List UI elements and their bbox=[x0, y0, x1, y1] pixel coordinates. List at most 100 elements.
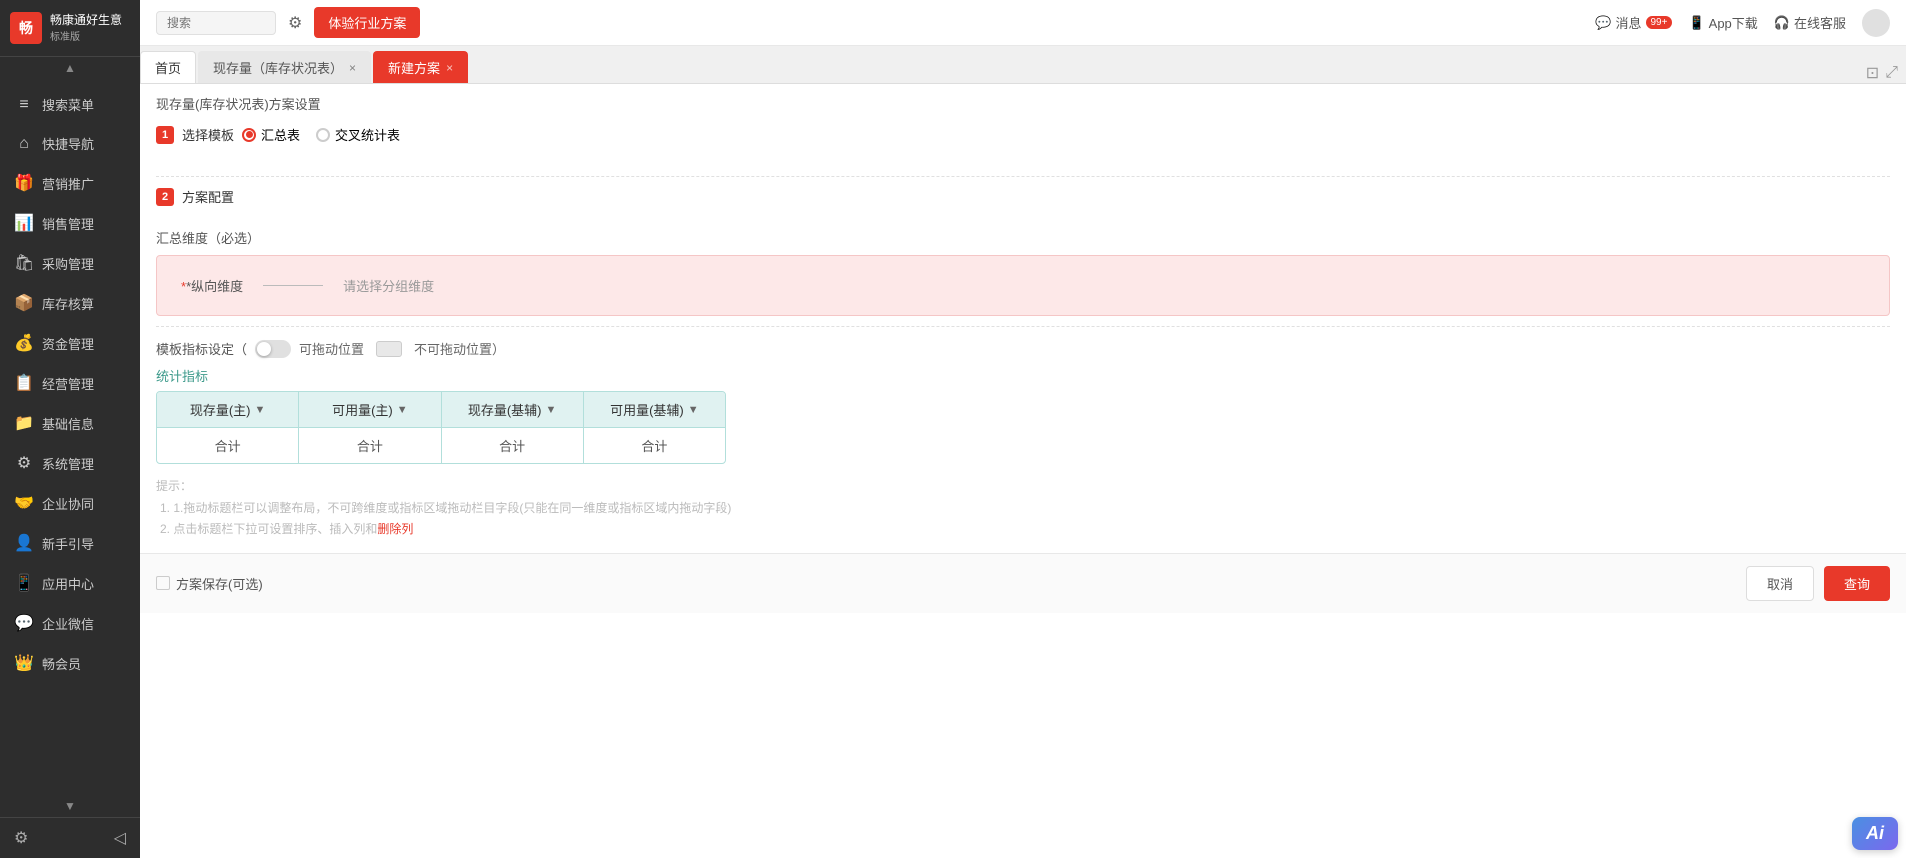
sidebar-item-quick-nav[interactable]: ⌂ 快捷导航 bbox=[0, 124, 140, 163]
radio-summary-label: 汇总表 bbox=[261, 125, 300, 144]
stats-body-cell-0-1: 合计 bbox=[299, 428, 441, 463]
app-center-icon: 📱 bbox=[14, 573, 34, 593]
stats-header-cell-0[interactable]: 现存量(主) ▼ bbox=[157, 392, 299, 427]
radio-cross-circle bbox=[316, 128, 330, 142]
cancel-button[interactable]: 取消 bbox=[1746, 566, 1814, 601]
stats-table: 现存量(主) ▼ 可用量(主) ▼ 现存量(基辅) ▼ 可用量(基辅) ▼ bbox=[156, 391, 726, 464]
sidebar-item-search-menu[interactable]: ≡ 搜索菜单 bbox=[0, 85, 140, 124]
stats-body-cell-0-3: 合计 bbox=[584, 428, 725, 463]
query-button[interactable]: 查询 bbox=[1824, 566, 1890, 601]
stats-header-cell-2[interactable]: 现存量(基辅) ▼ bbox=[442, 392, 584, 427]
step2-label: 方案配置 bbox=[182, 187, 234, 206]
divider2 bbox=[156, 326, 1890, 327]
sidebar-item-basic-info[interactable]: 📁 基础信息 bbox=[0, 403, 140, 443]
system-icon: ⚙ bbox=[14, 453, 34, 473]
sidebar-item-label: 资金管理 bbox=[42, 334, 94, 353]
sidebar-item-enterprise-wechat[interactable]: 💬 企业微信 bbox=[0, 603, 140, 643]
tab-new-scheme-label: 新建方案 bbox=[388, 58, 440, 77]
settings-icon[interactable]: ⚙ bbox=[14, 828, 28, 848]
radio-summary-dot bbox=[246, 131, 253, 138]
page-header: 现存量(库存状况表)方案设置 bbox=[140, 84, 1906, 113]
ai-badge[interactable]: Ai bbox=[1852, 817, 1898, 850]
collapse-icon[interactable]: ◁ bbox=[114, 828, 126, 848]
sidebar: 畅 畅康通好生意 标准版 ▲ ≡ 搜索菜单 ⌂ 快捷导航 🎁 营销推广 📊 销售… bbox=[0, 0, 140, 858]
stats-header-label-3: 可用量(基辅) bbox=[610, 400, 684, 419]
sidebar-item-label: 畅会员 bbox=[42, 654, 81, 673]
inventory-icon: 📦 bbox=[14, 293, 34, 313]
chevron-down-icon-2: ▼ bbox=[546, 404, 557, 416]
message-button[interactable]: 💬 消息 99+ bbox=[1595, 13, 1672, 32]
footer-buttons: 取消 查询 bbox=[1746, 566, 1890, 601]
stats-header-label-1: 可用量(主) bbox=[332, 400, 393, 419]
template-radio-group: 汇总表 交叉统计表 bbox=[242, 125, 400, 144]
hint-label-prefix: 提示： bbox=[156, 476, 1890, 498]
sidebar-item-label: 搜索菜单 bbox=[42, 95, 94, 114]
minimize-icon[interactable]: ⊡ bbox=[1866, 63, 1879, 83]
draggable-toggle[interactable] bbox=[255, 340, 291, 358]
hint-text-2: 点击标题栏下拉可设置排序、插入列和 bbox=[173, 522, 377, 536]
sidebar-item-label: 企业协同 bbox=[42, 494, 94, 513]
expand-icon[interactable]: ⤢ bbox=[1885, 64, 1898, 82]
marketing-icon: 🎁 bbox=[14, 173, 34, 193]
radio-summary[interactable]: 汇总表 bbox=[242, 125, 300, 144]
sidebar-item-new-guide[interactable]: 👤 新手引导 bbox=[0, 523, 140, 563]
sidebar-item-inventory[interactable]: 📦 库存核算 bbox=[0, 283, 140, 323]
page-area: 现存量(库存状况表)方案设置 1 选择模板 汇总表 交叉统计表 bbox=[140, 84, 1906, 858]
enterprise-icon: 🤝 bbox=[14, 493, 34, 513]
stats-header-cell-3[interactable]: 可用量(基辅) ▼ bbox=[584, 392, 725, 427]
stats-section: 统计指标 现存量(主) ▼ 可用量(主) ▼ 现存量(基辅) ▼ bbox=[140, 366, 1906, 464]
online-service-button[interactable]: 🎧 在线客服 bbox=[1774, 13, 1846, 32]
sidebar-item-label: 应用中心 bbox=[42, 574, 94, 593]
stats-header-cell-1[interactable]: 可用量(主) ▼ bbox=[299, 392, 441, 427]
radio-summary-circle bbox=[242, 128, 256, 142]
tab-home[interactable]: 首页 bbox=[140, 51, 196, 83]
sidebar-item-marketing[interactable]: 🎁 营销推广 bbox=[0, 163, 140, 203]
sales-icon: 📊 bbox=[14, 213, 34, 233]
sidebar-item-operations[interactable]: 📋 经营管理 bbox=[0, 363, 140, 403]
topbar-right: 💬 消息 99+ 📱 App下载 🎧 在线客服 bbox=[1595, 9, 1890, 37]
sidebar-item-app-center[interactable]: 📱 应用中心 bbox=[0, 563, 140, 603]
dimension-placeholder[interactable]: 请选择分组维度 bbox=[343, 276, 434, 295]
sidebar-item-finance[interactable]: 💰 资金管理 bbox=[0, 323, 140, 363]
radio-cross-label: 交叉统计表 bbox=[335, 125, 400, 144]
search-menu-icon: ≡ bbox=[14, 96, 34, 114]
search-input[interactable] bbox=[156, 11, 276, 35]
tab-inventory-status[interactable]: 现存量（库存状况表） × bbox=[198, 51, 371, 83]
save-checkbox[interactable] bbox=[156, 576, 170, 590]
gear-icon[interactable]: ⚙ bbox=[288, 13, 302, 33]
sidebar-item-member[interactable]: 👑 畅会员 bbox=[0, 643, 140, 683]
tab-new-scheme[interactable]: 新建方案 × bbox=[373, 51, 468, 83]
stats-header-label-0: 现存量(主) bbox=[190, 400, 251, 419]
app-logo-icon: 畅 bbox=[10, 12, 42, 44]
radio-cross[interactable]: 交叉统计表 bbox=[316, 125, 400, 144]
app-download-button[interactable]: 📱 App下载 bbox=[1688, 13, 1757, 32]
sidebar-item-system[interactable]: ⚙ 系统管理 bbox=[0, 443, 140, 483]
user-avatar[interactable] bbox=[1862, 9, 1890, 37]
sidebar-item-enterprise[interactable]: 🤝 企业协同 bbox=[0, 483, 140, 523]
tab-new-scheme-close-icon[interactable]: × bbox=[446, 61, 453, 75]
new-guide-icon: 👤 bbox=[14, 533, 34, 553]
draggable-label: 可拖动位置 bbox=[299, 339, 364, 358]
sidebar-footer: ⚙ ◁ bbox=[0, 817, 140, 858]
sidebar-item-purchase[interactable]: 🛍 采购管理 bbox=[0, 243, 140, 283]
tab-inventory-close-icon[interactable]: × bbox=[349, 61, 356, 75]
sidebar-scroll-down[interactable]: ▼ bbox=[0, 795, 140, 817]
step1-section: 1 选择模板 汇总表 交叉统计表 bbox=[140, 125, 1906, 166]
stats-body-cell-0-2: 合计 bbox=[442, 428, 584, 463]
sidebar-item-label: 经营管理 bbox=[42, 374, 94, 393]
app-download-label: App下载 bbox=[1709, 13, 1758, 32]
sidebar-item-label: 采购管理 bbox=[42, 254, 94, 273]
enterprise-wechat-icon: 💬 bbox=[14, 613, 34, 633]
message-icon: 💬 bbox=[1595, 15, 1611, 31]
sidebar-item-label: 快捷导航 bbox=[42, 134, 94, 153]
sidebar-scroll-up[interactable]: ▲ bbox=[0, 57, 140, 79]
tab-inventory-label: 现存量（库存状况表） bbox=[213, 58, 343, 77]
sidebar-item-label: 系统管理 bbox=[42, 454, 94, 473]
step1-header: 1 选择模板 汇总表 交叉统计表 bbox=[156, 125, 1890, 144]
sidebar-item-sales[interactable]: 📊 销售管理 bbox=[0, 203, 140, 243]
stats-body-row-0: 合计 合计 合计 合计 bbox=[157, 427, 725, 463]
hint-red-2: 删除列 bbox=[377, 522, 413, 536]
dimension-separator bbox=[263, 285, 323, 286]
dimension-required-label: **纵向维度 bbox=[181, 276, 243, 295]
trial-button[interactable]: 体验行业方案 bbox=[314, 7, 420, 38]
